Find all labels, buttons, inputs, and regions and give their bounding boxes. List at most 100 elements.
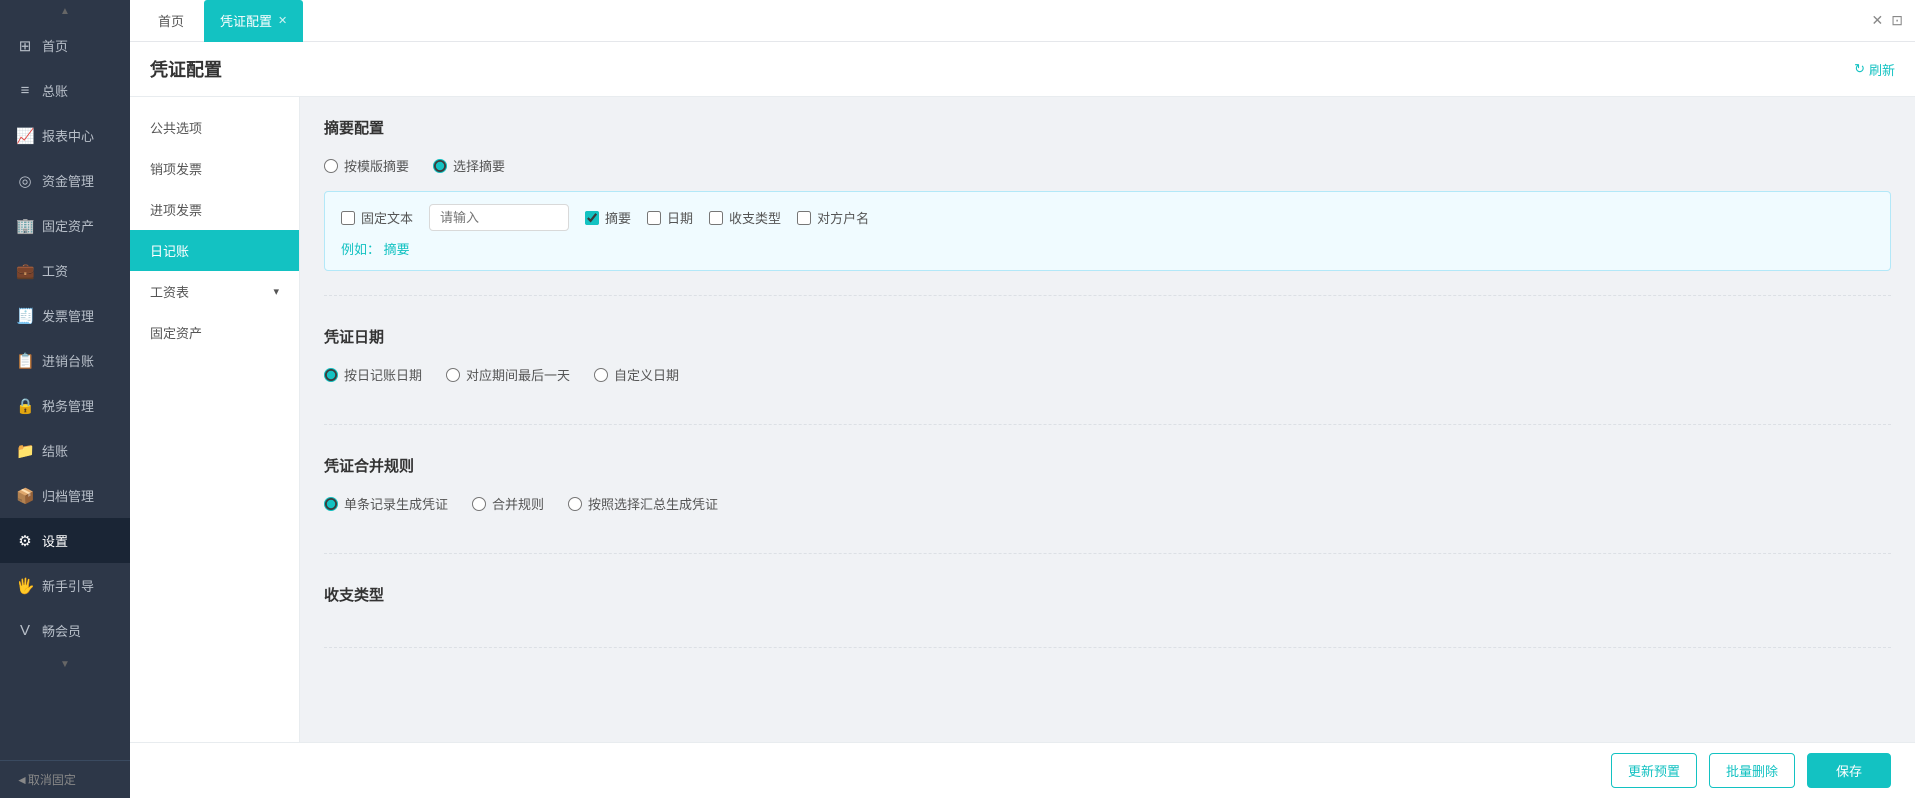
invoice-icon: 🧾 xyxy=(16,307,34,325)
checkbox-date[interactable]: 日期 xyxy=(647,208,693,227)
radio-select-input[interactable] xyxy=(433,159,447,173)
radio-select-label: 选择摘要 xyxy=(453,156,505,175)
sidebar-unpin[interactable]: ◄取消固定 xyxy=(0,760,130,798)
checkbox-summary-input[interactable] xyxy=(585,211,599,225)
radio-by-selection[interactable]: 按照选择汇总生成凭证 xyxy=(568,494,718,513)
checkbox-counterparty-input[interactable] xyxy=(797,211,811,225)
update-preview-button[interactable]: 更新预置 xyxy=(1611,753,1697,788)
tab-voucher-config[interactable]: 凭证配置 ✕ xyxy=(204,0,303,42)
radio-last-day-label: 对应期间最后一天 xyxy=(466,365,570,384)
tab-bar: 首页 凭证配置 ✕ ✕ ⊡ xyxy=(130,0,1915,42)
checkbox-fixed-text-input[interactable] xyxy=(341,211,355,225)
left-nav-payroll[interactable]: 工资表 ▾ xyxy=(130,271,299,312)
save-button[interactable]: 保存 xyxy=(1807,753,1891,788)
sidebar-item-archive[interactable]: 📦 归档管理 xyxy=(0,473,130,518)
left-nav-purchase-invoice[interactable]: 进项发票 xyxy=(130,189,299,230)
sidebar-item-reports[interactable]: 📈 报表中心 xyxy=(0,113,130,158)
radio-template-input[interactable] xyxy=(324,159,338,173)
right-content: 摘要配置 按模版摘要 选择摘要 xyxy=(300,97,1915,798)
merge-rules-radio-group: 单条记录生成凭证 合并规则 按照选择汇总生成凭证 xyxy=(324,494,1891,513)
sidebar-item-tax[interactable]: 🔒 税务管理 xyxy=(0,383,130,428)
checkbox-summary[interactable]: 摘要 xyxy=(585,208,631,227)
sidebar-item-settings[interactable]: ⚙ 设置 xyxy=(0,518,130,563)
radio-last-day-input[interactable] xyxy=(446,368,460,382)
batch-delete-button[interactable]: 批量删除 xyxy=(1709,753,1795,788)
content-area: 凭证配置 ↻ 刷新 公共选项 销项发票 进项发票 日记账 xyxy=(130,42,1915,798)
assets-icon: 🏢 xyxy=(16,217,34,235)
radio-single-input[interactable] xyxy=(324,497,338,511)
section-income-expense: 收支类型 xyxy=(324,584,1891,648)
sidebar-item-guide[interactable]: 🖐 新手引导 xyxy=(0,563,130,608)
checkbox-income-type[interactable]: 收支类型 xyxy=(709,208,781,227)
radio-journal-date-input[interactable] xyxy=(324,368,338,382)
radio-by-selection-input[interactable] xyxy=(568,497,582,511)
refresh-button[interactable]: ↻ 刷新 xyxy=(1854,60,1895,79)
left-nav-sales-invoice[interactable]: 销项发票 xyxy=(130,148,299,189)
checkbox-date-label: 日期 xyxy=(667,208,693,227)
section-voucher-date: 凭证日期 按日记账日期 对应期间最后一天 自定义日期 xyxy=(324,326,1891,425)
sidebar-item-assets[interactable]: 🏢 固定资产 xyxy=(0,203,130,248)
radio-journal-date[interactable]: 按日记账日期 xyxy=(324,365,422,384)
checkbox-summary-label: 摘要 xyxy=(605,208,631,227)
preview-prefix-label: 例如： xyxy=(341,242,380,257)
funds-icon: ◎ xyxy=(16,172,34,190)
sidebar-item-invoice-mgmt[interactable]: 🧾 发票管理 xyxy=(0,293,130,338)
tab-home[interactable]: 首页 xyxy=(142,0,200,42)
left-nav-public[interactable]: 公共选项 xyxy=(130,107,299,148)
fixed-text-input[interactable] xyxy=(429,204,569,231)
tab-home-label: 首页 xyxy=(158,11,184,30)
radio-merge[interactable]: 合并规则 xyxy=(472,494,544,513)
checkbox-counterparty[interactable]: 对方户名 xyxy=(797,208,869,227)
radio-template-summary[interactable]: 按模版摘要 xyxy=(324,156,409,175)
checkbox-date-input[interactable] xyxy=(647,211,661,225)
sidebar-item-vip[interactable]: V 畅会员 xyxy=(0,608,130,653)
footer-actions: 更新预置 批量删除 保存 xyxy=(130,742,1915,798)
sidebar-item-wages[interactable]: 💼 工资 xyxy=(0,248,130,293)
sidebar-scroll-up[interactable]: ▲ xyxy=(0,0,130,23)
sidebar-item-funds[interactable]: ◎ 资金管理 xyxy=(0,158,130,203)
radio-select-summary[interactable]: 选择摘要 xyxy=(433,156,505,175)
window-restore-icon[interactable]: ⊡ xyxy=(1891,12,1903,29)
sidebar-scroll-down[interactable]: ▼ xyxy=(0,653,130,676)
sidebar-item-assets-label: 固定资产 xyxy=(42,216,94,235)
sidebar-item-closing-label: 结账 xyxy=(42,441,68,460)
sidebar-item-settings-label: 设置 xyxy=(42,531,68,550)
left-nav-fixed-assets[interactable]: 固定资产 xyxy=(130,312,299,353)
checkbox-fixed-text-label: 固定文本 xyxy=(361,208,413,227)
left-nav-payroll-label: 工资表 xyxy=(150,282,189,301)
sidebar-item-wages-label: 工资 xyxy=(42,261,68,280)
voucher-date-title: 凭证日期 xyxy=(324,326,1891,347)
sidebar-item-guide-label: 新手引导 xyxy=(42,576,94,595)
radio-template-label: 按模版摘要 xyxy=(344,156,409,175)
sidebar-item-closing[interactable]: 📁 结账 xyxy=(0,428,130,473)
radio-merge-label: 合并规则 xyxy=(492,494,544,513)
chevron-down-icon: ▾ xyxy=(273,285,279,298)
sidebar-item-home[interactable]: ⊞ 首页 xyxy=(0,23,130,68)
sidebar-item-home-label: 首页 xyxy=(42,36,68,55)
page-title: 凭证配置 xyxy=(150,56,222,82)
checkbox-fixed-text[interactable]: 固定文本 xyxy=(341,208,413,227)
left-nav-journal[interactable]: 日记账 xyxy=(130,230,299,271)
radio-custom-date-input[interactable] xyxy=(594,368,608,382)
main-area: 首页 凭证配置 ✕ ✕ ⊡ 凭证配置 ↻ 刷新 公共选项 xyxy=(130,0,1915,798)
wages-icon: 💼 xyxy=(16,262,34,280)
radio-single[interactable]: 单条记录生成凭证 xyxy=(324,494,448,513)
closing-icon: 📁 xyxy=(16,442,34,460)
ledger-icon: ≡ xyxy=(16,82,34,99)
tab-close-icon[interactable]: ✕ xyxy=(278,14,287,27)
radio-merge-input[interactable] xyxy=(472,497,486,511)
radio-journal-date-label: 按日记账日期 xyxy=(344,365,422,384)
reports-icon: 📈 xyxy=(16,127,34,145)
radio-custom-date[interactable]: 自定义日期 xyxy=(594,365,679,384)
income-expense-title: 收支类型 xyxy=(324,584,1891,605)
tax-icon: 🔒 xyxy=(16,397,34,415)
checkbox-income-type-input[interactable] xyxy=(709,211,723,225)
sidebar-item-ledger[interactable]: ≡ 总账 xyxy=(0,68,130,113)
sidebar-item-tax-label: 税务管理 xyxy=(42,396,94,415)
radio-last-day[interactable]: 对应期间最后一天 xyxy=(446,365,570,384)
refresh-label: 刷新 xyxy=(1869,60,1895,79)
sidebar-item-sales-ledger[interactable]: 📋 进销台账 xyxy=(0,338,130,383)
refresh-icon: ↻ xyxy=(1854,61,1865,77)
tab-voucher-config-label: 凭证配置 xyxy=(220,11,272,30)
window-close-icon[interactable]: ✕ xyxy=(1872,12,1884,29)
